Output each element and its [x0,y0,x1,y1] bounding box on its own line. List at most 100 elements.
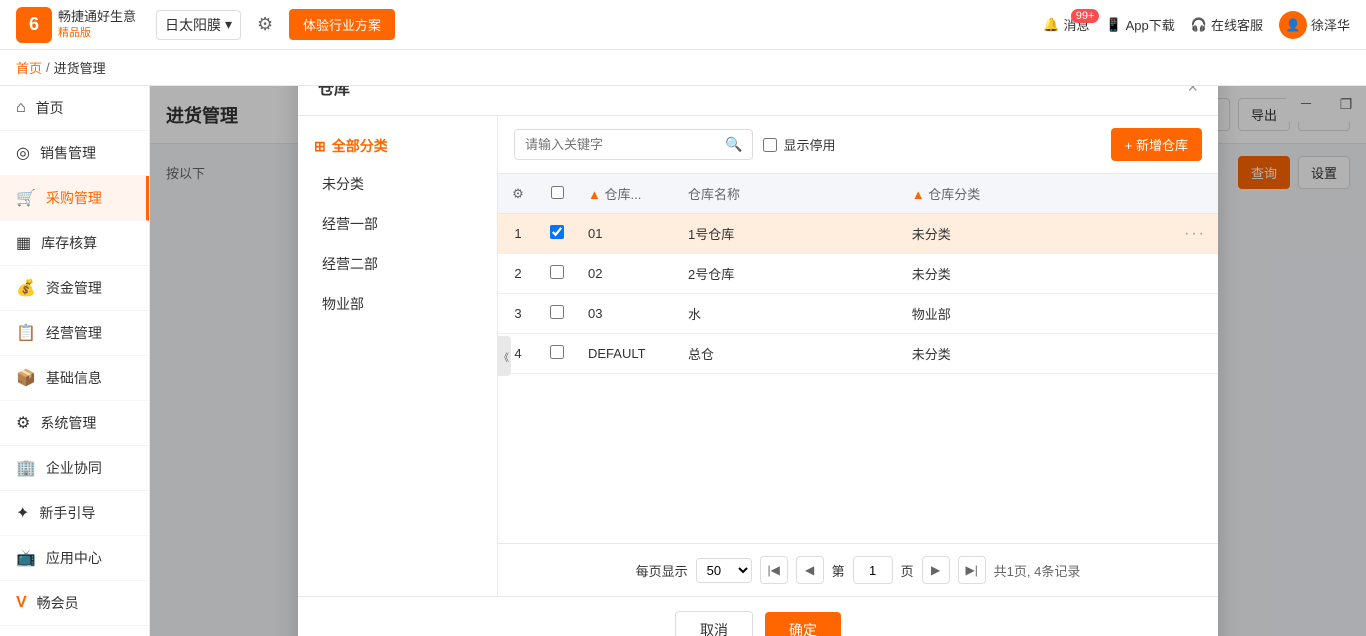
last-page-button[interactable]: ▶| [958,556,986,584]
show-disabled-checkbox[interactable] [763,138,777,152]
sidebar-item-manage[interactable]: 📋 经营管理 [0,311,149,356]
settings-icon[interactable]: ⚙ [249,9,281,41]
sidebar-item-label: 首页 [36,98,64,118]
category-item-0[interactable]: 未分类 [298,164,497,204]
row-actions [1172,334,1218,374]
row-category: 未分类 [900,254,1172,294]
fund-icon: 💰 [16,278,36,298]
sidebar-item-label: 企业协同 [46,458,102,478]
breadcrumb-home[interactable]: 首页 [16,58,42,77]
sidebar-item-purchase[interactable]: 🛒 采购管理 [0,176,149,221]
col-code: ▲ 仓库... [576,174,676,214]
show-disabled-label: 显示停用 [783,135,835,154]
col-category: ▲ 仓库分类 [900,174,1172,214]
store-selector[interactable]: 日太阳膜 ▾ [156,10,241,40]
sidebar-item-app[interactable]: 📺 应用中心 [0,536,149,581]
sidebar-item-corp[interactable]: 🏢 企业协同 [0,446,149,491]
page-label: 第 [832,561,845,580]
corp-icon: 🏢 [16,458,36,478]
row-checkbox[interactable] [550,345,564,359]
table-row[interactable]: 1 01 1号仓库 未分类 ··· [498,214,1218,254]
dialog-footer: 取消 确定 [298,596,1218,636]
show-disabled-toggle[interactable]: 显示停用 [763,135,835,154]
search-button[interactable]: 🔍 [715,130,752,159]
row-name: 总仓 [676,334,900,374]
app-label: App下载 [1126,15,1175,34]
sidebar-item-guide[interactable]: ✦ 新手引导 [0,491,149,536]
page-input[interactable] [853,556,893,584]
messages-button[interactable]: 🔔 消息 99+ [1043,15,1089,34]
sidebar-item-member[interactable]: V 畅会员 [0,581,149,626]
collapse-panel-button[interactable]: 《 [497,336,511,376]
purchase-icon: 🛒 [16,188,36,208]
table-row[interactable]: 4 DEFAULT 总仓 未分类 [498,334,1218,374]
sidebar-item-fund[interactable]: 💰 资金管理 [0,266,149,311]
sidebar-item-basic[interactable]: 📦 基础信息 [0,356,149,401]
main-layout: 首页 ◎ 销售管理 🛒 采购管理 ▦ 库存核算 💰 资金管理 📋 经营管理 📦 … [0,86,1366,636]
sidebar-item-label: 资金管理 [46,278,102,298]
app-download-button[interactable]: 📱 App下载 [1105,15,1174,34]
dialog-close-button[interactable]: × [1187,86,1198,96]
headset-icon: 🎧 [1191,17,1207,33]
row-actions [1172,254,1218,294]
logo[interactable]: 6 畅捷通好生意 精品版 [16,7,136,43]
warehouse-table-wrapper: ⚙ ▲ 仓库... [498,174,1218,543]
messages-badge: 99+ [1071,9,1100,23]
modal-overlay: 仓库 × ⊞ 全部分类 未分类 经营一部 经营二部 物业部 [150,86,1366,636]
user-menu[interactable]: 👤 徐泽华 [1279,11,1350,39]
row-category: 未分类 [900,214,1172,254]
header: 6 畅捷通好生意 精品版 日太阳膜 ▾ ⚙ 体验行业方案 🔔 消息 99+ 📱 … [0,0,1366,50]
avatar: 👤 [1279,11,1307,39]
row-action-button[interactable]: ··· [1184,225,1206,242]
all-category-button[interactable]: ⊞ 全部分类 [298,128,497,164]
category-item-3[interactable]: 物业部 [298,284,497,324]
confirm-button[interactable]: 确定 [765,612,841,636]
logo-icon: 6 [16,7,52,43]
pagination: 每页显示 50 100 |◀ ◀ 第 页 ▶ ▶| [498,543,1218,596]
sidebar-item-stock[interactable]: ▦ 库存核算 [0,221,149,266]
home-icon [16,99,26,117]
sidebar-item-label: 畅会员 [37,593,79,613]
row-index: 3 [498,294,538,334]
row-name: 1号仓库 [676,214,900,254]
prev-page-button[interactable]: ◀ [796,556,824,584]
sales-icon: ◎ [16,143,30,163]
toolbar-left: 🔍 显示停用 [514,129,835,160]
table-row[interactable]: 3 03 水 物业部 [498,294,1218,334]
per-page-select[interactable]: 50 100 [696,558,752,583]
row-checkbox[interactable] [550,305,564,319]
logo-sub: 精品版 [58,24,136,40]
row-code: DEFAULT [576,334,676,374]
search-input[interactable] [515,131,715,158]
first-page-button[interactable]: |◀ [760,556,788,584]
row-code: 01 [576,214,676,254]
total-info: 共1页, 4条记录 [994,561,1081,580]
cancel-button[interactable]: 取消 [675,611,753,636]
select-all-checkbox[interactable] [551,186,564,199]
table-header-row: ⚙ ▲ 仓库... [498,174,1218,214]
breadcrumb-current: 进货管理 [54,58,106,77]
next-page-button[interactable]: ▶ [922,556,950,584]
warehouse-list-panel: 🔍 显示停用 + 新增仓库 [498,116,1218,596]
row-checkbox[interactable] [550,225,564,239]
sidebar-item-label: 应用中心 [46,548,102,568]
category-item-2[interactable]: 经营二部 [298,244,497,284]
row-actions [1172,294,1218,334]
main-content: 进货管理 打印 导出 刷新 按以下 查询 设置 仓库 × [150,86,1366,636]
category-panel: ⊞ 全部分类 未分类 经营一部 经营二部 物业部 《 [298,116,498,596]
table-row[interactable]: 2 02 2号仓库 未分类 [498,254,1218,294]
sidebar-item-sales[interactable]: ◎ 销售管理 [0,131,149,176]
col-settings: ⚙ [498,174,538,214]
service-button[interactable]: 🎧 在线客服 [1191,15,1263,34]
row-category: 未分类 [900,334,1172,374]
sidebar-item-system[interactable]: ⚙ 系统管理 [0,401,149,446]
sidebar-item-home[interactable]: 首页 [0,86,149,131]
row-code: 02 [576,254,676,294]
category-item-1[interactable]: 经营一部 [298,204,497,244]
trial-button[interactable]: 体验行业方案 [289,9,395,40]
all-category-label: 全部分类 [332,136,388,156]
row-checkbox-cell [538,214,576,254]
row-checkbox[interactable] [550,265,564,279]
stock-icon: ▦ [16,233,31,253]
add-warehouse-button[interactable]: + 新增仓库 [1111,128,1202,161]
